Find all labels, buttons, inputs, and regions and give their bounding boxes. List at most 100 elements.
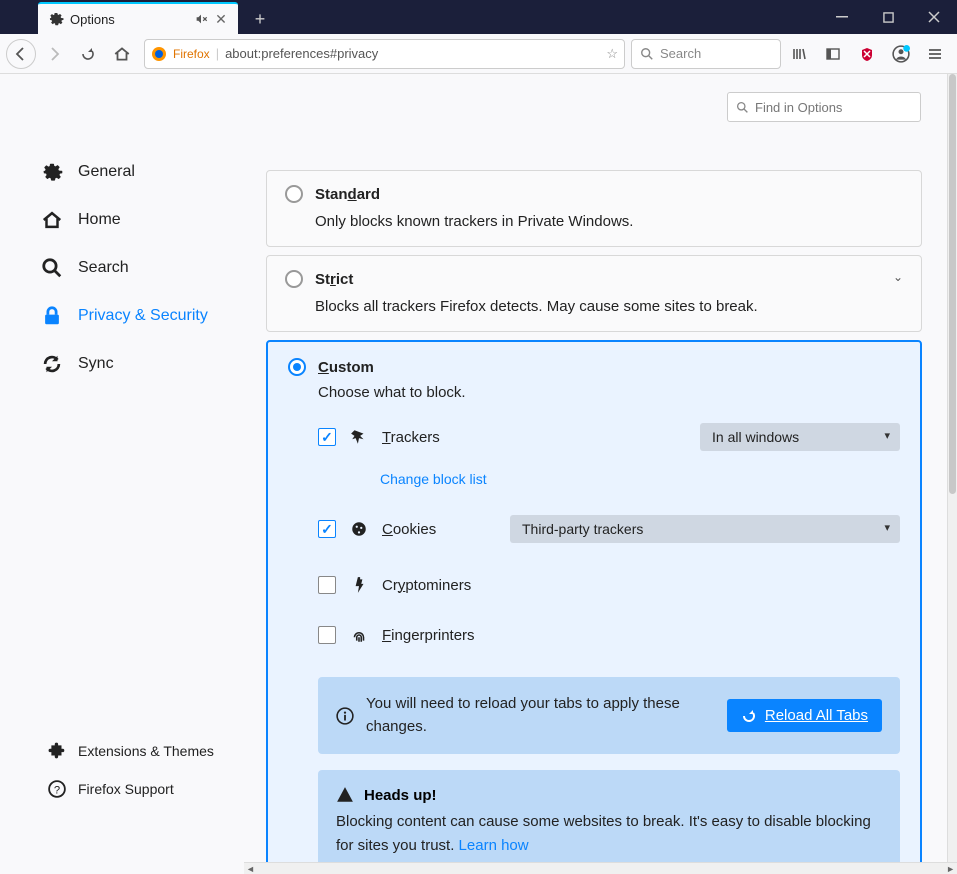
info-text: You will need to reload your tabs to app… [366,693,715,738]
scrollbar-thumb[interactable] [949,74,956,494]
radio-strict[interactable] [285,270,303,288]
lock-icon [40,305,64,327]
nav-toolbar: Firefox | about:preferences#privacy ☆ Se… [0,34,957,74]
sidebar-item-general[interactable]: General [40,148,240,196]
extension-icon[interactable] [851,38,883,70]
sidebar-item-search[interactable]: Search [40,244,240,292]
maximize-button[interactable] [865,0,911,34]
close-tab-icon[interactable]: ✕ [214,12,228,26]
home-icon [40,209,64,231]
find-in-options[interactable]: Find in Options [727,92,921,122]
puzzle-icon [48,742,66,760]
cookies-label: Cookies [382,521,436,538]
learn-how-link[interactable]: Learn how [459,837,529,854]
bookmark-star-icon[interactable]: ☆ [606,46,618,62]
sidebar-label: Search [78,259,129,277]
close-window-button[interactable] [911,0,957,34]
fingerprint-icon [350,626,368,644]
firefox-support-link[interactable]: ? Firefox Support [48,770,214,808]
firefox-icon [151,46,167,62]
cryptominers-icon [350,576,368,594]
identity-label: Firefox [173,47,210,61]
cookies-row: Cookies Third-party trackers [318,513,900,545]
cryptominers-row: Cryptominers [318,569,900,601]
svg-text:?: ? [54,785,60,797]
sidebar-label: Privacy & Security [78,307,208,325]
home-button[interactable] [106,38,138,70]
protection-option-standard[interactable]: Standard Only blocks known trackers in P… [266,170,922,247]
change-block-list-link[interactable]: Change block list [380,471,487,487]
menu-icon[interactable] [919,38,951,70]
sidebar-item-privacy[interactable]: Privacy & Security [40,292,240,340]
protection-option-custom: Custom Choose what to block. Trackers In… [266,340,922,862]
standard-title: Standard [315,186,380,203]
forward-button[interactable] [38,38,70,70]
protection-option-strict[interactable]: Strict ⌄ Blocks all trackers Firefox det… [266,255,922,332]
dropdown-value: In all windows [712,429,799,445]
horizontal-scrollbar[interactable]: ◄ ► [244,862,957,874]
main-panel: Standard Only blocks known trackers in P… [266,170,922,862]
tab-strip: Options ✕ + [0,0,276,34]
search-placeholder: Search [660,46,701,61]
scroll-left-icon[interactable]: ◄ [246,864,255,874]
footer-label: Firefox Support [78,781,174,797]
sidebar-label: Sync [78,355,114,373]
find-placeholder: Find in Options [755,100,842,115]
warning-icon [336,786,354,804]
account-icon[interactable] [885,38,917,70]
url-bar[interactable]: Firefox | about:preferences#privacy ☆ [144,39,625,69]
dropdown-value: Third-party trackers [522,521,643,537]
search-icon [640,47,654,61]
back-button[interactable] [6,39,36,69]
trackers-dropdown[interactable]: In all windows [700,423,900,451]
heads-up-title: Heads up! [364,787,437,804]
reload-info-box: You will need to reload your tabs to app… [318,677,900,754]
search-bar[interactable]: Search [631,39,781,69]
reload-all-tabs-button[interactable]: Reload All Tabs [727,699,882,732]
library-icon[interactable] [783,38,815,70]
custom-desc: Choose what to block. [318,384,900,401]
cookies-dropdown[interactable]: Third-party trackers [510,515,900,543]
trackers-label: Trackers [382,429,440,446]
gear-icon [40,161,64,183]
radio-standard[interactable] [285,185,303,203]
window-controls [819,0,957,34]
help-icon: ? [48,780,66,798]
trackers-row: Trackers In all windows [318,421,900,453]
heads-up-text: Blocking content can cause some websites… [336,810,882,858]
reload-button[interactable] [72,38,104,70]
content-area: Find in Options General Home Search Priv… [0,74,947,862]
fingerprinters-label: Fingerprinters [382,627,475,644]
audio-muted-icon[interactable] [194,12,208,26]
chevron-down-icon[interactable]: ⌄ [893,270,903,284]
reload-icon [741,708,757,724]
sidebar-label: Home [78,211,121,229]
sidebar-item-home[interactable]: Home [40,196,240,244]
scroll-right-icon[interactable]: ► [946,864,955,874]
fingerprinters-row: Fingerprinters [318,619,900,651]
strict-desc: Blocks all trackers Firefox detects. May… [315,298,903,315]
search-icon [40,257,64,279]
sidebar-item-sync[interactable]: Sync [40,340,240,388]
vertical-scrollbar[interactable] [947,74,957,862]
search-icon [736,101,749,114]
checkbox-fingerprinters[interactable] [318,626,336,644]
url-text: about:preferences#privacy [225,46,600,61]
sidebar-label: General [78,163,135,181]
checkbox-trackers[interactable] [318,428,336,446]
heads-up-title-row: Heads up! [336,786,882,804]
checkbox-cryptominers[interactable] [318,576,336,594]
sidebar-footer: Extensions & Themes ? Firefox Support [48,732,214,808]
sidebar-icon[interactable] [817,38,849,70]
new-tab-button[interactable]: + [244,4,276,34]
extensions-themes-link[interactable]: Extensions & Themes [48,732,214,770]
window-titlebar: Options ✕ + [0,0,957,34]
tab-options[interactable]: Options ✕ [38,2,238,34]
heads-up-box: Heads up! Blocking content can cause som… [318,770,900,862]
checkbox-cookies[interactable] [318,520,336,538]
footer-label: Extensions & Themes [78,743,214,759]
info-icon [336,707,354,725]
radio-custom[interactable] [288,358,306,376]
gear-icon [48,11,64,27]
minimize-button[interactable] [819,0,865,34]
